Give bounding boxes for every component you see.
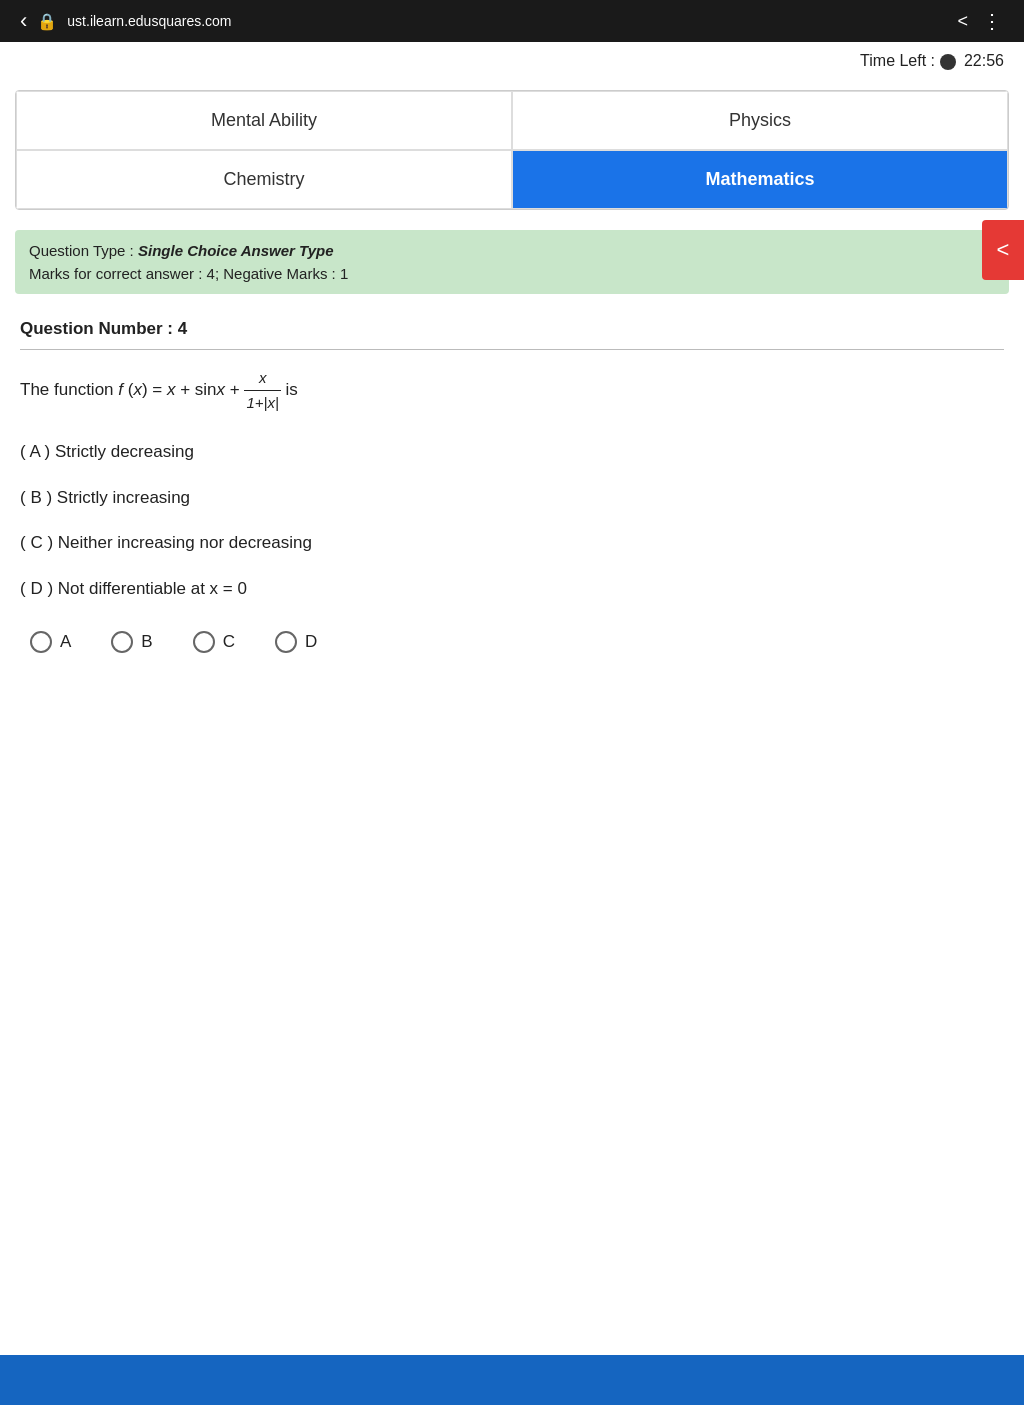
options-list: ( A ) Strictly decreasing ( B ) Strictly… [20, 439, 1004, 601]
red-tab-icon: < [997, 237, 1010, 263]
radio-label-b: B [141, 632, 152, 652]
question-info-box: Question Type : Single Choice Answer Typ… [15, 230, 1009, 294]
radio-label-d: D [305, 632, 317, 652]
question-divider [20, 349, 1004, 350]
browser-bar: ‹ 🔒 ust.ilearn.edusquares.com < ⋮ [0, 0, 1024, 42]
question-text-prefix: The function f (x) = x + sinx + [20, 380, 240, 399]
radio-circle-b [111, 631, 133, 653]
lock-icon: 🔒 [37, 12, 57, 31]
phone-frame: ‹ 🔒 ust.ilearn.edusquares.com < ⋮ Time L… [0, 0, 1024, 1405]
question-text-suffix: is [286, 380, 298, 399]
radio-label-c: C [223, 632, 235, 652]
browser-bar-left: ‹ 🔒 ust.ilearn.edusquares.com [20, 8, 232, 34]
radio-circle-d [275, 631, 297, 653]
fraction-numerator: x [244, 366, 280, 391]
option-d[interactable]: ( D ) Not differentiable at x = 0 [20, 576, 1004, 602]
question-fraction: x 1+|x| [244, 366, 280, 415]
site-url: ust.ilearn.edusquares.com [67, 13, 231, 29]
option-b[interactable]: ( B ) Strictly increasing [20, 485, 1004, 511]
tab-chemistry[interactable]: Chemistry [16, 150, 512, 209]
back-button[interactable]: ‹ [20, 8, 27, 34]
red-tab-button[interactable]: < [982, 220, 1024, 280]
option-a[interactable]: ( A ) Strictly decreasing [20, 439, 1004, 465]
question-type-line: Question Type : Single Choice Answer Typ… [29, 242, 995, 259]
tab-physics[interactable]: Physics [512, 91, 1008, 150]
share-icon[interactable]: < [957, 11, 968, 32]
question-section: Question Number : 4 The function f (x) =… [0, 304, 1024, 668]
radio-label-a: A [60, 632, 71, 652]
radio-b[interactable]: B [111, 631, 152, 653]
question-number: Question Number : 4 [20, 319, 1004, 339]
radio-a[interactable]: A [30, 631, 71, 653]
more-options-icon[interactable]: ⋮ [982, 9, 1004, 33]
option-c[interactable]: ( C ) Neither increasing nor decreasing [20, 530, 1004, 556]
question-type-value: Single Choice Answer Type [138, 242, 334, 259]
radio-c[interactable]: C [193, 631, 235, 653]
radio-circle-c [193, 631, 215, 653]
answer-radios: A B C D [30, 631, 1004, 653]
timer-icon [940, 54, 956, 70]
marks-line: Marks for correct answer : 4; Negative M… [29, 265, 995, 282]
subject-tabs: Mental Ability Physics Chemistry Mathema… [15, 90, 1009, 210]
radio-d[interactable]: D [275, 631, 317, 653]
timer-label: Time Left : [860, 52, 935, 69]
radio-circle-a [30, 631, 52, 653]
tab-mental-ability[interactable]: Mental Ability [16, 91, 512, 150]
main-content: Time Left : 22:56 Mental Ability Physics… [0, 42, 1024, 1405]
question-type-label: Question Type : [29, 242, 134, 259]
fraction-denominator: 1+|x| [244, 391, 280, 415]
bottom-nav-bar [0, 1355, 1024, 1405]
tab-mathematics[interactable]: Mathematics [512, 150, 1008, 209]
timer-bar: Time Left : 22:56 [0, 42, 1024, 80]
browser-bar-right: < ⋮ [957, 9, 1004, 33]
question-text: The function f (x) = x + sinx + x 1+|x| … [20, 366, 1004, 415]
timer-value: 22:56 [964, 52, 1004, 69]
